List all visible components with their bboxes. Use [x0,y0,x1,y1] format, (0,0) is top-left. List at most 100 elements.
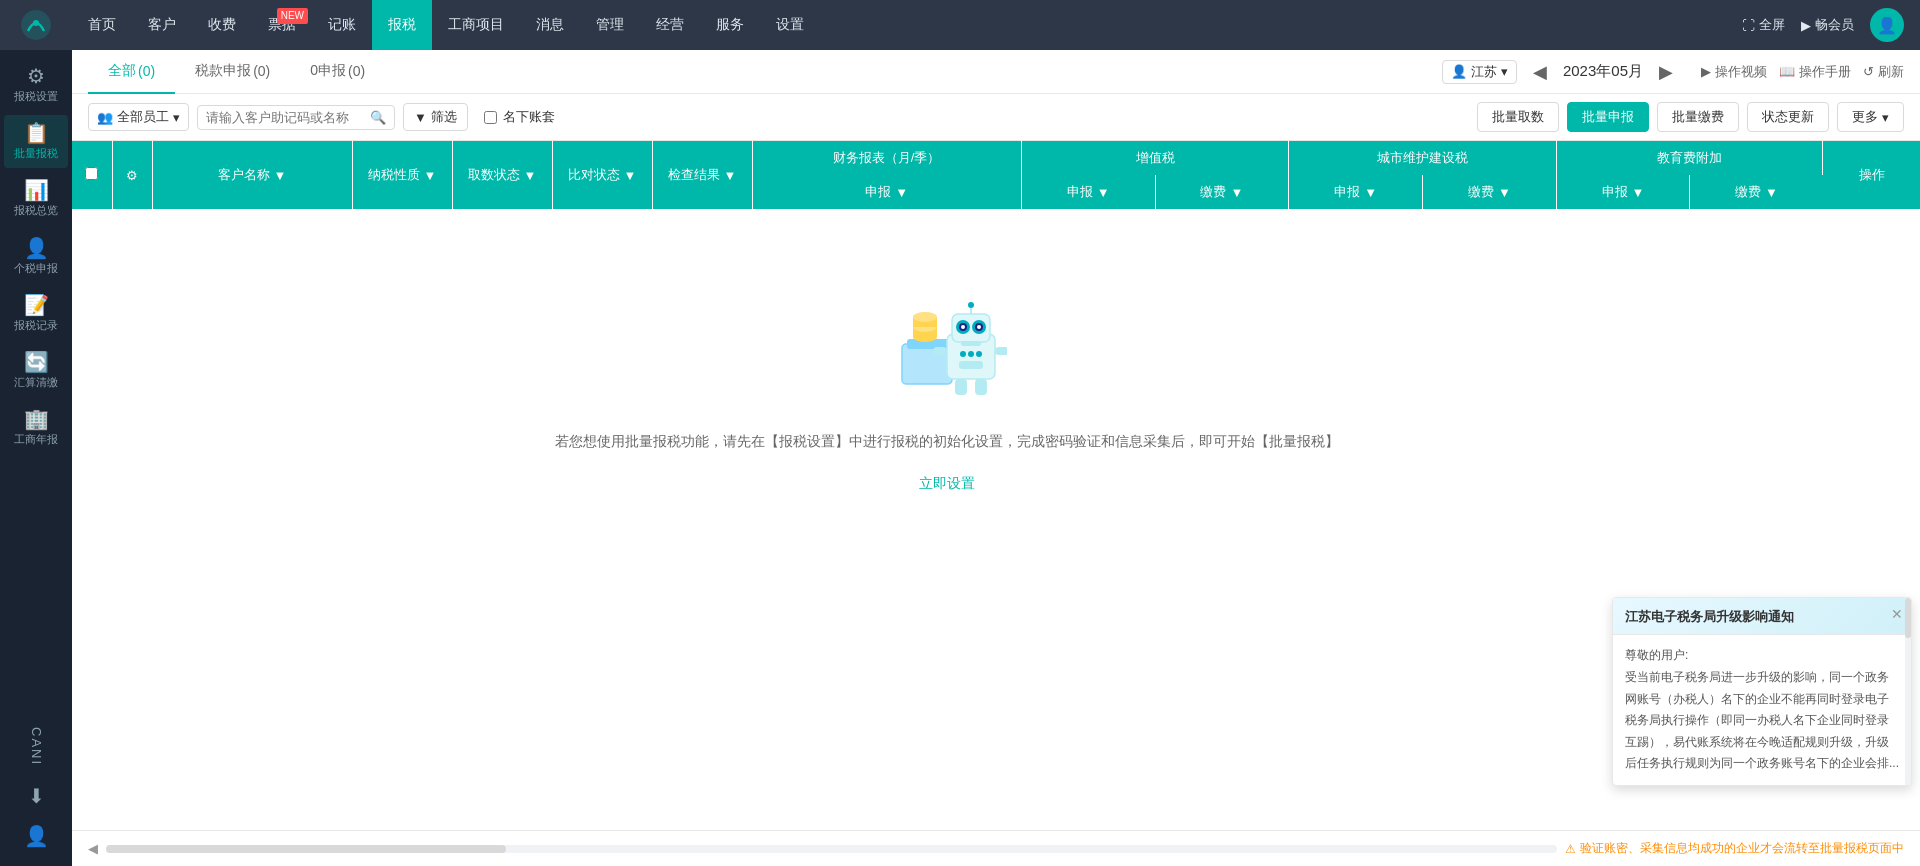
bottom-bar: ◀ ⚠ 验证账密、采集信息均成功的企业才会流转至批量报税页面中 [72,830,1920,866]
nav-message[interactable]: 消息 [520,0,580,50]
sidebar-item-user[interactable]: 👤 [4,818,68,854]
date-nav: 👤 江苏 ▾ ◀ 2023年05月 ▶ [1442,60,1677,84]
svg-rect-19 [933,347,947,355]
checkbox-label[interactable]: 名下账套 [484,108,555,126]
app-logo[interactable] [16,5,56,45]
th-edu-tax: 教育费附加 [1556,141,1822,175]
cani-label: CANI [29,719,44,774]
svg-rect-23 [961,341,981,346]
sidebar-item-annual-report[interactable]: 🏢 工商年报 [4,401,68,454]
select-all-checkbox[interactable] [85,167,98,180]
tax-settings-icon: ⚙ [27,66,45,86]
filter-button[interactable]: ▼ 筛选 [403,103,468,131]
scrollbar-area[interactable] [106,845,1557,853]
notif-close-button[interactable]: ✕ [1891,606,1903,622]
filter-icon[interactable]: ▼ [274,168,287,183]
sidebar-item-personal-tax[interactable]: 👤 个税申报 [4,230,68,283]
video-guide-button[interactable]: ▶ 操作视频 [1701,63,1767,81]
filter-icon[interactable]: ▼ [1230,185,1243,200]
sidebar-item-tax-records[interactable]: 📝 报税记录 [4,287,68,340]
member-button[interactable]: ▶ 畅会员 [1801,16,1854,34]
th-fin-report-declare: 申报 ▼ [752,175,1021,209]
nav-service[interactable]: 服务 [700,0,760,50]
batch-fetch-button[interactable]: 批量取数 [1477,102,1559,132]
refresh-icon: ↺ [1863,64,1874,79]
filter-icon[interactable]: ▼ [1364,185,1377,200]
th-edu-declare: 申报 ▼ [1556,175,1690,209]
svg-rect-27 [959,361,983,369]
accounts-checkbox[interactable] [484,111,497,124]
th-tax-nature: 纳税性质 ▼ [352,141,452,209]
scroll-left-arrow[interactable]: ◀ [88,841,98,856]
nav-settings[interactable]: 设置 [760,0,820,50]
fullscreen-button[interactable]: ⛶ 全屏 [1742,16,1785,34]
nav-accounting[interactable]: 记账 [312,0,372,50]
tab-tax-declaration[interactable]: 税款申报 (0) [175,50,290,94]
nav-business[interactable]: 工商项目 [432,0,520,50]
nav-operation[interactable]: 经营 [640,0,700,50]
sidebar-label-tax-overview: 报税总览 [14,204,58,217]
employee-icon: 👥 [97,110,113,125]
filter-icon[interactable]: ▼ [624,168,637,183]
batch-tax-icon: 📋 [24,123,49,143]
nav-home[interactable]: 首页 [72,0,132,50]
sidebar-item-tax-overview[interactable]: 📊 报税总览 [4,172,68,225]
filter-icon[interactable]: ▼ [1498,185,1511,200]
refresh-button[interactable]: ↺ 刷新 [1863,63,1904,81]
sidebar-label-annual-report: 工商年报 [14,433,58,446]
th-city-pay: 缴费 ▼ [1422,175,1556,209]
toolbar-right: 批量取数 批量申报 批量缴费 状态更新 更多 ▾ [1477,102,1904,132]
manual-button[interactable]: 📖 操作手册 [1779,63,1851,81]
th-checkbox [72,141,112,209]
page-wrapper: ⚙ 报税设置 📋 批量报税 📊 报税总览 👤 个税申报 📝 报税记录 🔄 汇算清… [0,50,1920,866]
sidebar-label-tax-records: 报税记录 [14,319,58,332]
svg-point-18 [968,302,974,308]
scrollbar-thumb [106,845,506,853]
filter-icon[interactable]: ▼ [524,168,537,183]
search-icon[interactable]: 🔍 [370,110,386,125]
personal-tax-icon: 👤 [24,238,49,258]
search-input[interactable] [206,110,366,125]
tab-zero-declaration[interactable]: 0申报 (0) [290,50,385,94]
tab-all[interactable]: 全部 (0) [88,50,175,94]
th-fetch-status: 取数状态 ▼ [452,141,552,209]
sidebar-item-tax-settings[interactable]: ⚙ 报税设置 [4,58,68,111]
more-button[interactable]: 更多 ▾ [1837,102,1904,132]
svg-rect-20 [995,347,1007,355]
filter-icon[interactable]: ▼ [1097,185,1110,200]
nav-fees[interactable]: 收费 [192,0,252,50]
user-icon: 👤 [24,826,49,846]
new-badge: NEW [277,8,308,24]
more-chevron-icon: ▾ [1882,110,1889,125]
filter-icon[interactable]: ▼ [1632,185,1645,200]
filter-icon[interactable]: ▼ [1765,185,1778,200]
th-city-tax: 城市维护建设税 [1289,141,1556,175]
sidebar-item-settlement[interactable]: 🔄 汇算清缴 [4,344,68,397]
date-next-button[interactable]: ▶ [1655,61,1677,83]
region-selector[interactable]: 👤 江苏 ▾ [1442,60,1517,84]
avatar[interactable]: 👤 [1870,8,1904,42]
sidebar-label-personal-tax: 个税申报 [14,262,58,275]
nav-manage[interactable]: 管理 [580,0,640,50]
nav-invoice[interactable]: 票据 NEW [252,0,312,50]
notif-scroll-thumb [1905,598,1911,638]
notif-scrollbar[interactable] [1905,598,1911,785]
filter-icon: ▼ [414,110,427,125]
nav-client[interactable]: 客户 [132,0,192,50]
date-display: 2023年05月 [1563,62,1643,81]
sidebar-label-batch-tax: 批量报税 [14,147,58,160]
bottom-tip: ⚠ 验证账密、采集信息均成功的企业才会流转至批量报税页面中 [1565,840,1904,857]
notif-title: 江苏电子税务局升级影响通知 [1625,608,1899,626]
filter-icon[interactable]: ▼ [895,185,908,200]
employee-select[interactable]: 👥 全部员工 ▾ [88,103,189,131]
filter-icon[interactable]: ▼ [424,168,437,183]
status-update-button[interactable]: 状态更新 [1747,102,1829,132]
sidebar-item-download[interactable]: ⬇ [4,778,68,814]
setup-link[interactable]: 立即设置 [919,475,975,493]
filter-icon[interactable]: ▼ [724,168,737,183]
sidebar-item-batch-tax[interactable]: 📋 批量报税 [4,115,68,168]
batch-pay-button[interactable]: 批量缴费 [1657,102,1739,132]
nav-tax[interactable]: 报税 [372,0,432,50]
batch-declare-button[interactable]: 批量申报 [1567,102,1649,132]
date-prev-button[interactable]: ◀ [1529,61,1551,83]
